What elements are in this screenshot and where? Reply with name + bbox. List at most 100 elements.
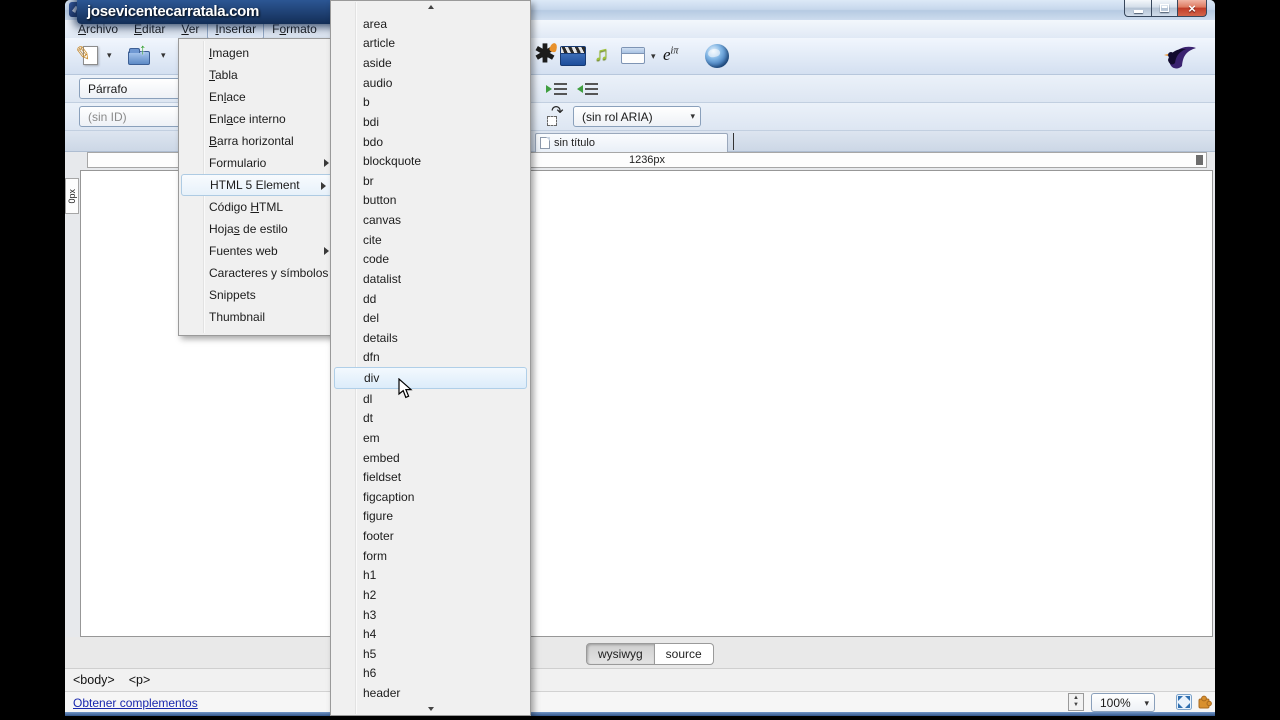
html5-item-dd[interactable]: dd [332, 289, 529, 309]
insert-menu-item-fuentes-web[interactable]: Fuentes web [179, 240, 336, 262]
html5-item-h6[interactable]: h6 [332, 664, 529, 684]
outdent-bars-icon [585, 83, 598, 95]
html5-item-datalist[interactable]: datalist [332, 269, 529, 289]
html5-item-button[interactable]: button [332, 191, 529, 211]
wysiwyg-button[interactable]: wysiwyg [586, 643, 655, 665]
insert-menu-item-barra-horizontal[interactable]: Barra horizontal [179, 130, 336, 152]
insert-audio-button[interactable]: ♫ [594, 43, 609, 66]
html5-item-h4[interactable]: h4 [332, 624, 529, 644]
submenu-scroll-down[interactable] [331, 703, 530, 715]
html5-item-h3[interactable]: h3 [332, 605, 529, 625]
breadcrumb-p[interactable]: <p> [129, 673, 151, 687]
vertical-ruler-label: 0px [67, 188, 77, 204]
breadcrumb-body[interactable]: <body> [73, 673, 115, 687]
html5-item-br[interactable]: br [332, 171, 529, 191]
insert-menu-item-hojas-de-estilo[interactable]: Hojas de estilo [179, 218, 336, 240]
html5-item-figcaption[interactable]: figcaption [332, 487, 529, 507]
math-exp: iπ [670, 45, 679, 57]
html5-item-h5[interactable]: h5 [332, 644, 529, 664]
html5-item-cite[interactable]: cite [332, 230, 529, 250]
view-toggle: wysiwyg source [586, 643, 714, 665]
restore-icon [1160, 4, 1169, 12]
html5-item-article[interactable]: article [332, 34, 529, 54]
html5-item-form[interactable]: form [332, 546, 529, 566]
insert-menu-item-thumbnail[interactable]: Thumbnail [179, 306, 336, 328]
insert-menu-item-formulario[interactable]: Formulario [179, 152, 336, 174]
document-icon [540, 137, 550, 149]
window-controls: × [1124, 0, 1207, 17]
indent-increase-icon[interactable] [546, 83, 568, 95]
minimize-button[interactable] [1124, 0, 1151, 17]
insert-menu-item-snippets[interactable]: Snippets [179, 284, 336, 306]
close-button[interactable]: × [1178, 0, 1207, 17]
screen: { "watermark": "josevicentecarratala.com… [0, 0, 1280, 720]
html5-item-blockquote[interactable]: blockquote [332, 151, 529, 171]
html5-item-aside[interactable]: aside [332, 53, 529, 73]
html5-item-em[interactable]: em [332, 428, 529, 448]
outdent-triangle-icon [577, 85, 583, 93]
insert-menu-item-imagen[interactable]: Imagen [179, 42, 336, 64]
html5-item-fieldset[interactable]: fieldset [332, 467, 529, 487]
html5-item-div[interactable]: div [334, 367, 527, 389]
html5-item-audio[interactable]: audio [332, 73, 529, 93]
paragraph-format-value: Párrafo [88, 82, 128, 96]
html5-item-b[interactable]: b [332, 93, 529, 113]
insert-menu-item-caracteres-y-s-mbolos[interactable]: Caracteres y símbolos [179, 262, 336, 284]
html5-item-bdo[interactable]: bdo [332, 132, 529, 152]
document-tab-label: sin título [554, 137, 595, 149]
html5-item-footer[interactable]: footer [332, 526, 529, 546]
html5-item-dl[interactable]: dl [332, 389, 529, 409]
html5-item-h1[interactable]: h1 [332, 566, 529, 586]
stepper-down-icon[interactable]: ▼ [1073, 702, 1079, 709]
indent-decrease-icon[interactable] [577, 83, 599, 95]
open-arrow-icon: ↑ [139, 41, 147, 58]
insert-menu-item-enlace-interno[interactable]: Enlace interno [179, 108, 336, 130]
new-document-dropdown-icon[interactable]: ▾ [107, 50, 112, 61]
wrap-rotate-icon[interactable] [546, 102, 566, 126]
insert-form-dropdown-icon[interactable]: ▾ [651, 51, 656, 62]
vertical-ruler[interactable]: 0px [65, 178, 79, 214]
insert-menu-item-html-5-element[interactable]: HTML 5 Element [181, 174, 334, 196]
insert-form-button[interactable] [621, 47, 645, 64]
html5-item-del[interactable]: del [332, 308, 529, 328]
document-tab[interactable]: sin título [535, 133, 728, 152]
html5-item-bdi[interactable]: bdi [332, 112, 529, 132]
html5-item-figure[interactable]: figure [332, 507, 529, 527]
insert-anchor-button[interactable]: ✱ [533, 42, 557, 68]
insert-math-button[interactable]: eiπ [663, 45, 678, 65]
indent-bars-icon [554, 83, 567, 95]
scroll-up-icon [427, 5, 434, 9]
html5-item-canvas[interactable]: canvas [332, 210, 529, 230]
open-file-dropdown-icon[interactable]: ▾ [161, 50, 166, 61]
insert-menu-item-tabla[interactable]: Tabla [179, 64, 336, 86]
submenu-scroll-up[interactable] [331, 1, 530, 13]
html5-item-header[interactable]: header [332, 683, 529, 703]
browse-preview-button[interactable] [705, 44, 729, 68]
zoom-select[interactable]: 100% [1091, 693, 1155, 712]
scroll-down-icon [427, 707, 434, 711]
html5-item-h2[interactable]: h2 [332, 585, 529, 605]
get-addons-link[interactable]: Obtener complementos [73, 696, 198, 710]
submenu-arrow-icon [321, 182, 326, 190]
open-file-button[interactable]: ↑ [127, 41, 155, 68]
stepper-up-icon[interactable]: ▲ [1073, 695, 1079, 702]
source-button[interactable]: source [654, 643, 714, 665]
html5-item-code[interactable]: code [332, 250, 529, 270]
math-e: e [663, 45, 671, 64]
insert-video-button[interactable] [560, 46, 586, 66]
insert-menu-item-enlace[interactable]: Enlace [179, 86, 336, 108]
insert-menu-item-c-digo-html[interactable]: Código HTML [179, 196, 336, 218]
html5-item-embed[interactable]: embed [332, 448, 529, 468]
new-document-button[interactable]: ✎ [74, 43, 103, 68]
zoom-stepper[interactable]: ▲ ▼ [1068, 693, 1084, 711]
aria-role-select[interactable]: (sin rol ARIA) [573, 106, 701, 127]
html5-item-area[interactable]: area [332, 14, 529, 34]
restore-button[interactable] [1151, 0, 1178, 17]
ruler-handle[interactable] [1196, 155, 1203, 165]
html5-item-dfn[interactable]: dfn [332, 348, 529, 368]
aria-role-value: (sin rol ARIA) [582, 110, 653, 124]
html5-submenu-panel: area article aside audio b bdi bdo blockquote br… [330, 0, 531, 716]
close-icon: × [1188, 0, 1196, 16]
html5-item-dt[interactable]: dt [332, 409, 529, 429]
html5-item-details[interactable]: details [332, 328, 529, 348]
